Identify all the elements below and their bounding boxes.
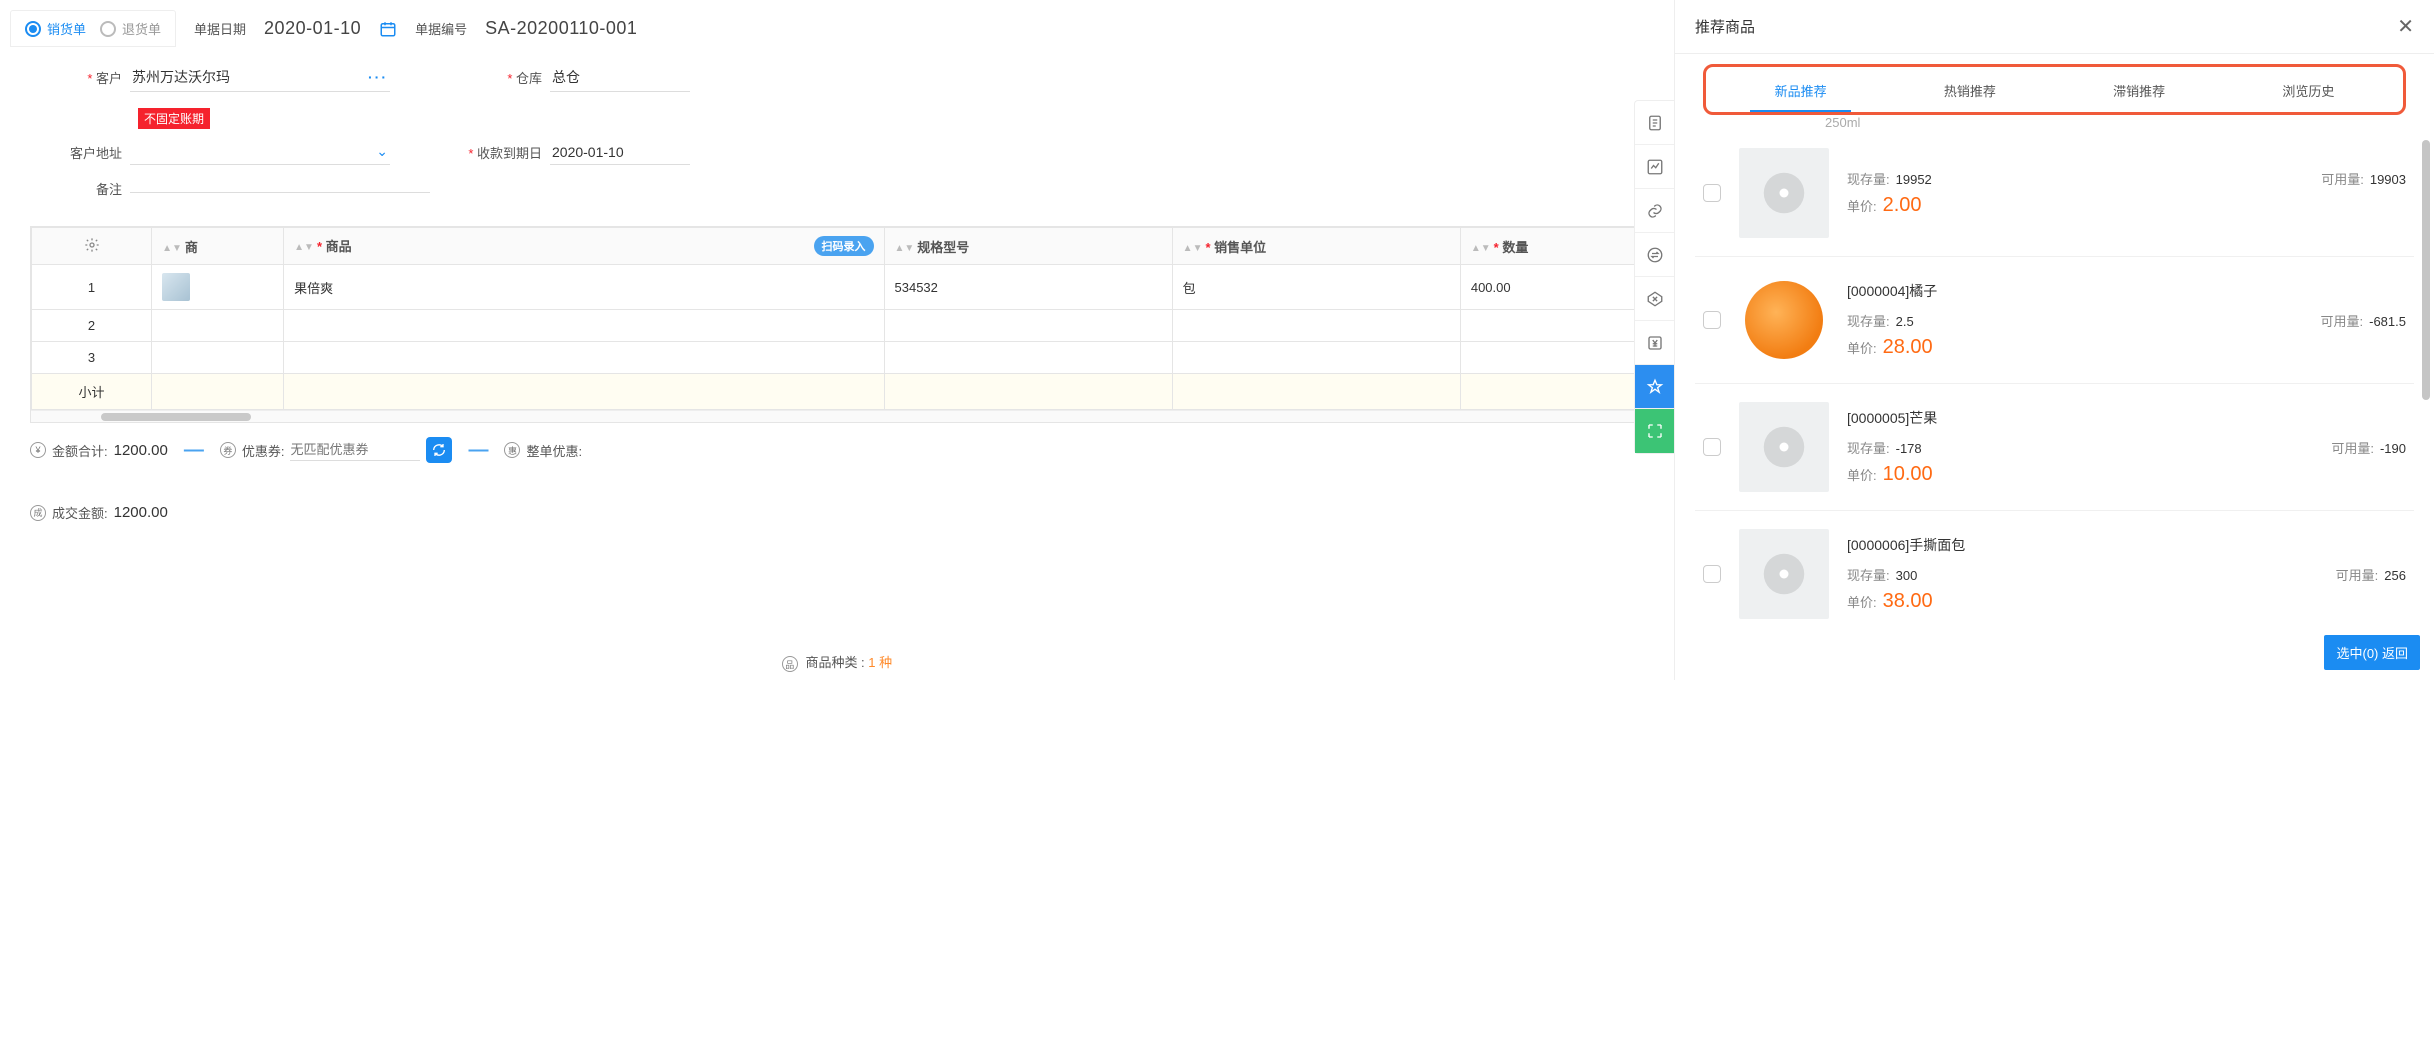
customer-more-icon[interactable]: ··· bbox=[368, 69, 388, 85]
cell-product[interactable]: 果倍爽 bbox=[284, 265, 884, 310]
fixed-period-badge: 不固定账期 bbox=[138, 108, 210, 129]
deal-icon: 成 bbox=[30, 505, 46, 521]
toolbar-chart-button[interactable] bbox=[1635, 145, 1675, 189]
tab-history[interactable]: 浏览历史 bbox=[2224, 73, 2393, 112]
recommend-list[interactable]: 250ml 现存量:19952 可用量:19903 单价:2.00 [0 bbox=[1675, 115, 2434, 625]
item-checkbox[interactable] bbox=[1703, 438, 1721, 456]
kind-icon: 品 bbox=[782, 656, 798, 672]
customer-value: 苏州万达沃尔玛 bbox=[132, 67, 230, 87]
item-checkbox[interactable] bbox=[1703, 184, 1721, 202]
tab-return-order[interactable]: 退货单 bbox=[100, 19, 161, 38]
tab-new[interactable]: 新品推荐 bbox=[1716, 73, 1885, 112]
due-date-label: 收款到期日 bbox=[450, 143, 550, 162]
product-placeholder-icon bbox=[1739, 402, 1829, 492]
doc-no-label: 单据编号 bbox=[415, 19, 467, 38]
discount-icon: 惠 bbox=[504, 442, 520, 458]
toolbar-favorite-button[interactable] bbox=[1635, 365, 1675, 409]
doc-date-value[interactable]: 2020-01-10 bbox=[264, 18, 361, 39]
col-spec[interactable]: ▲▼规格型号 bbox=[884, 228, 1172, 265]
tab-hot[interactable]: 热销推荐 bbox=[1885, 73, 2054, 112]
col-qty[interactable]: ▲▼* 数量 bbox=[1460, 228, 1652, 265]
item-name: [0000005]芒果 bbox=[1847, 408, 2406, 428]
radio-return-icon bbox=[100, 21, 116, 37]
item-checkbox[interactable] bbox=[1703, 311, 1721, 329]
toolbar-notes-button[interactable] bbox=[1635, 101, 1675, 145]
deal-amount: 成 成交金额: 1200.00 bbox=[30, 503, 168, 522]
subtotal-row: 小计 bbox=[32, 374, 1653, 410]
coupon-field: 券 优惠券: bbox=[220, 437, 453, 463]
minus-icon: — bbox=[468, 439, 488, 462]
tab-sale-order[interactable]: 销货单 bbox=[25, 19, 86, 38]
list-item[interactable]: [0000006]手撕面包 现存量:300 可用量:256 单价:38.00 bbox=[1695, 511, 2414, 625]
customer-field[interactable]: 苏州万达沃尔玛 ··· bbox=[130, 63, 390, 92]
footer-summary: 品 商品种类 : 1 种 bbox=[0, 652, 1674, 672]
warehouse-label: 仓库 bbox=[450, 68, 550, 87]
side-toolbar bbox=[1634, 100, 1674, 454]
calendar-icon[interactable] bbox=[379, 20, 397, 38]
col-product[interactable]: ▲▼* 商品 扫码录入 bbox=[284, 228, 884, 265]
product-placeholder-icon bbox=[1739, 148, 1829, 238]
cell-unit[interactable]: 包 bbox=[1172, 265, 1460, 310]
coupon-icon: 券 bbox=[220, 442, 236, 458]
line-items-table: ▲▼商 ▲▼* 商品 扫码录入 ▲▼规格型号 ▲▼* 销售单位 ▲▼* 数量 1… bbox=[30, 226, 1654, 423]
list-item[interactable]: [0000005]芒果 现存量:-178 可用量:-190 单价:10.00 bbox=[1695, 384, 2414, 511]
vertical-scrollbar[interactable] bbox=[2422, 140, 2430, 400]
horizontal-scrollbar[interactable] bbox=[31, 410, 1653, 422]
product-placeholder-icon bbox=[1739, 529, 1829, 619]
toolbar-link-button[interactable] bbox=[1635, 189, 1675, 233]
cell-qty[interactable]: 400.00 bbox=[1460, 265, 1652, 310]
total-amount: ¥ 金额合计: 1200.00 bbox=[30, 441, 168, 460]
whole-discount: 惠 整单优惠: bbox=[504, 441, 582, 460]
toolbar-exchange-button[interactable] bbox=[1635, 233, 1675, 277]
table-row[interactable]: 1 果倍爽 534532 包 400.00 bbox=[32, 265, 1653, 310]
list-item[interactable]: [0000004]橘子 现存量:2.5 可用量:-681.5 单价:28.00 bbox=[1695, 257, 2414, 384]
product-thumb-icon bbox=[162, 273, 190, 301]
tab-slow[interactable]: 滞销推荐 bbox=[2055, 73, 2224, 112]
recommend-tabs: 新品推荐 热销推荐 滞销推荐 浏览历史 bbox=[1703, 64, 2406, 115]
doc-date-label: 单据日期 bbox=[194, 19, 246, 38]
item-name: [0000006]手撕面包 bbox=[1847, 535, 2406, 555]
select-return-button[interactable]: 选中(0) 返回 bbox=[2324, 635, 2420, 670]
scan-input-button[interactable]: 扫码录入 bbox=[814, 236, 874, 256]
col-merchant[interactable]: ▲▼商 bbox=[152, 228, 284, 265]
warehouse-value: 总仓 bbox=[552, 67, 580, 87]
recommend-title: 推荐商品 bbox=[1695, 16, 1755, 37]
customer-label: 客户 bbox=[30, 68, 130, 87]
list-item[interactable]: 现存量:19952 可用量:19903 单价:2.00 bbox=[1695, 130, 2414, 257]
col-unit[interactable]: ▲▼* 销售单位 bbox=[1172, 228, 1460, 265]
due-date-value: 2020-01-10 bbox=[552, 144, 624, 160]
coupon-input[interactable] bbox=[290, 439, 420, 461]
refresh-coupon-button[interactable] bbox=[426, 437, 452, 463]
tab-sale-label: 销货单 bbox=[47, 19, 86, 38]
item-name: [0000004]橘子 bbox=[1847, 281, 2406, 301]
item-checkbox[interactable] bbox=[1703, 565, 1721, 583]
doc-type-tabs: 销货单 退货单 bbox=[10, 10, 176, 47]
toolbar-reject-button[interactable] bbox=[1635, 277, 1675, 321]
remark-field[interactable] bbox=[130, 184, 430, 193]
address-label: 客户地址 bbox=[30, 143, 130, 162]
table-settings-button[interactable] bbox=[32, 228, 152, 265]
table-row[interactable]: 3 bbox=[32, 342, 1653, 374]
address-field[interactable]: ⌄ bbox=[130, 139, 390, 165]
toolbar-expand-button[interactable] bbox=[1635, 409, 1675, 453]
cell-spec[interactable]: 534532 bbox=[884, 265, 1172, 310]
minus-icon: — bbox=[184, 439, 204, 462]
close-icon[interactable]: ✕ bbox=[2397, 14, 2414, 39]
product-image-orange bbox=[1739, 275, 1829, 365]
row-index: 1 bbox=[32, 265, 152, 310]
table-row[interactable]: 2 bbox=[32, 310, 1653, 342]
partial-item-text: 250ml bbox=[1695, 115, 2414, 130]
radio-sale-icon bbox=[25, 21, 41, 37]
chevron-down-icon: ⌄ bbox=[376, 143, 388, 160]
toolbar-currency-button[interactable] bbox=[1635, 321, 1675, 365]
yen-icon: ¥ bbox=[30, 442, 46, 458]
tab-return-label: 退货单 bbox=[122, 19, 161, 38]
doc-no-value: SA-20200110-001 bbox=[485, 18, 637, 39]
due-date-field[interactable]: 2020-01-10 bbox=[550, 140, 690, 165]
warehouse-field[interactable]: 总仓 bbox=[550, 63, 690, 92]
remark-label: 备注 bbox=[30, 179, 130, 198]
